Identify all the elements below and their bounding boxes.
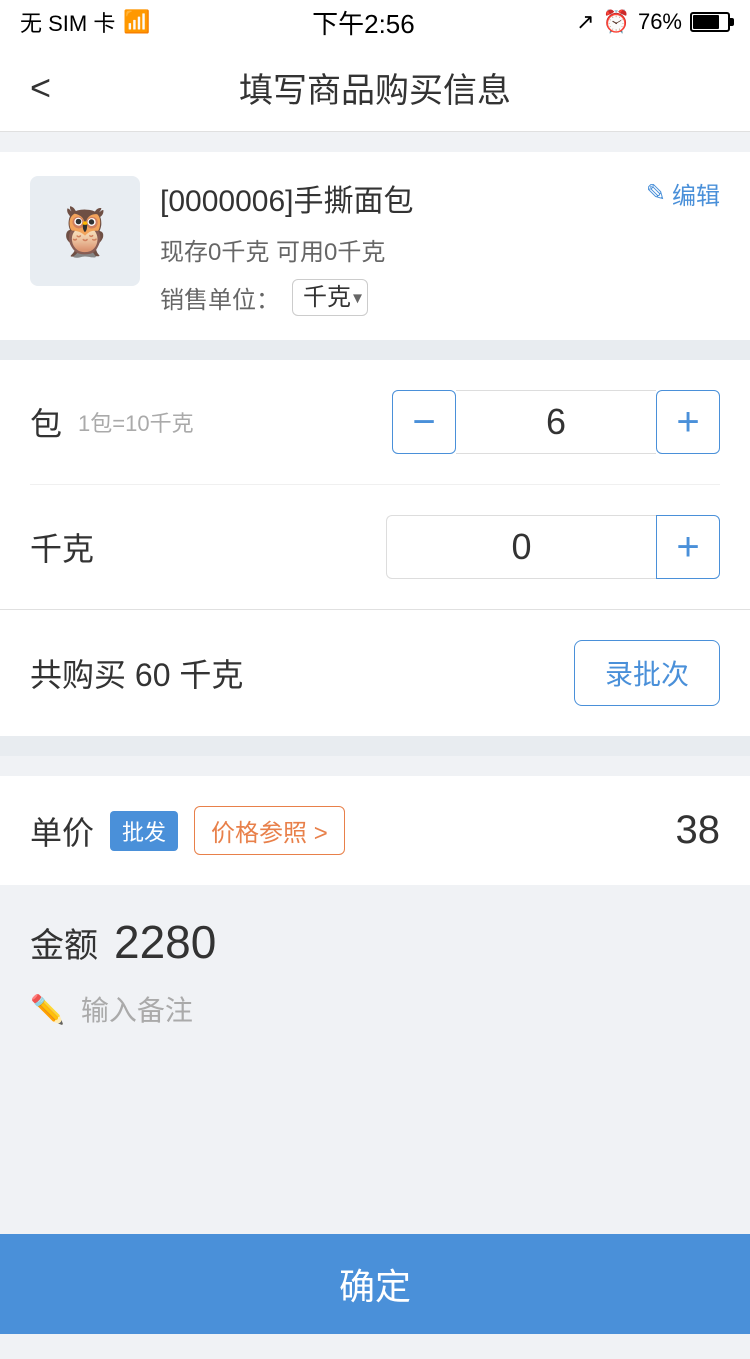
summary-text: 共购买 60 千克 (30, 650, 243, 696)
nav-bar: < 填写商品购买信息 (0, 44, 750, 132)
separator-1 (0, 340, 750, 360)
price-ref-button[interactable]: 价格参照 > (194, 806, 345, 855)
product-logo-icon: 🦉 (55, 203, 115, 260)
amount-label: 金额 (30, 918, 98, 967)
bag-number-control: − + (392, 390, 720, 454)
remark-label: 输入备注 (81, 989, 193, 1029)
confirm-button[interactable]: 确定 (0, 1234, 750, 1334)
back-button[interactable]: < (20, 57, 61, 119)
unit-select-wrapper[interactable]: 千克 (292, 279, 368, 316)
location-icon: ↗ (576, 9, 594, 35)
pencil-icon: ✏️ (30, 993, 65, 1026)
status-carrier: 无 SIM 卡 📶 (20, 6, 151, 38)
price-tag: 批发 (110, 811, 178, 851)
page-title: 填写商品购买信息 (239, 63, 511, 112)
carrier-text: 无 SIM 卡 (20, 6, 115, 38)
product-name: [0000006]手撕面包 (160, 176, 720, 220)
bag-text: 包 (30, 399, 62, 445)
edit-icon: ✎ (646, 179, 666, 208)
status-right: ↗ ⏰ 76% (576, 9, 730, 35)
price-section: 单价 批发 价格参照 > 38 (0, 776, 750, 885)
price-label: 单价 (30, 808, 94, 854)
kg-number-control: + (386, 515, 720, 579)
price-value: 38 (676, 808, 721, 853)
product-card: 🦉 [0000006]手撕面包 现存0千克 可用0千克 销售单位： 千克 ✎ 编… (0, 152, 750, 340)
wifi-icon: 📶 (123, 9, 150, 35)
bag-input-row: 包 1包=10千克 − + (30, 360, 720, 485)
kg-input-row: 千克 + (30, 485, 720, 609)
product-info: [0000006]手撕面包 现存0千克 可用0千克 销售单位： 千克 (160, 176, 720, 316)
product-stock: 现存0千克 可用0千克 (160, 232, 720, 267)
unit-select[interactable]: 千克 (292, 279, 368, 316)
product-unit-row: 销售单位： 千克 (160, 279, 720, 316)
bag-hint: 1包=10千克 (78, 406, 194, 438)
edit-label: 编辑 (672, 176, 720, 211)
kg-label: 千克 (30, 524, 94, 570)
bag-input[interactable] (456, 390, 656, 454)
remark-row[interactable]: ✏️ 输入备注 (30, 989, 720, 1029)
bag-plus-button[interactable]: + (656, 390, 720, 454)
amount-row: 金额 2280 (30, 915, 720, 969)
alarm-icon: ⏰ (603, 9, 630, 35)
status-time: 下午2:56 (312, 4, 415, 41)
summary-row: 共购买 60 千克 录批次 (0, 609, 750, 736)
kg-text: 千克 (30, 524, 94, 570)
amount-value: 2280 (114, 915, 216, 969)
battery-icon (690, 12, 730, 32)
price-ref-label: 价格参照 > (211, 813, 328, 848)
price-row: 单价 批发 价格参照 > 38 (30, 806, 720, 855)
unit-label: 销售单位： (160, 280, 280, 315)
product-image: 🦉 (30, 176, 140, 286)
status-bar: 无 SIM 卡 📶 下午2:56 ↗ ⏰ 76% (0, 0, 750, 44)
kg-input[interactable] (386, 515, 656, 579)
input-section: 包 1包=10千克 − + 千克 + (0, 360, 750, 609)
edit-button[interactable]: ✎ 编辑 (646, 176, 720, 211)
bag-label: 包 1包=10千克 (30, 399, 194, 445)
kg-plus-button[interactable]: + (656, 515, 720, 579)
amount-section: 金额 2280 ✏️ 输入备注 (0, 885, 750, 1059)
bag-minus-button[interactable]: − (392, 390, 456, 454)
separator-2 (0, 736, 750, 756)
batch-button[interactable]: 录批次 (574, 640, 720, 706)
battery-percent: 76% (638, 9, 682, 35)
